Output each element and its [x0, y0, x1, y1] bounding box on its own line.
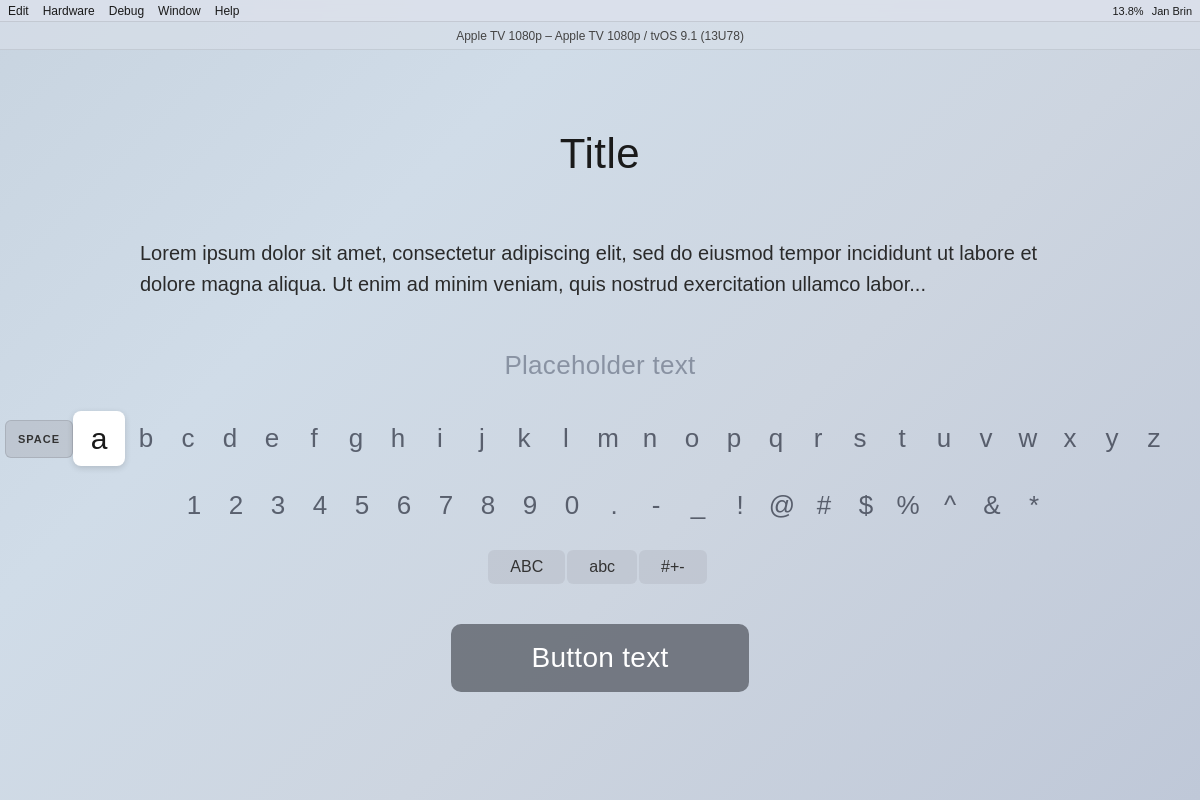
- key-5[interactable]: 5: [341, 478, 383, 533]
- key-k[interactable]: k: [503, 411, 545, 466]
- menu-bar: Edit Hardware Debug Window Help 13.8% Ja…: [0, 0, 1200, 22]
- key-caret[interactable]: ^: [929, 478, 971, 533]
- key-i[interactable]: i: [419, 411, 461, 466]
- key-x[interactable]: x: [1049, 411, 1091, 466]
- key-0[interactable]: 0: [551, 478, 593, 533]
- body-text: Lorem ipsum dolor sit amet, consectetur …: [140, 238, 1060, 300]
- mode-symbols[interactable]: #+-: [639, 550, 707, 584]
- key-period[interactable]: .: [593, 478, 635, 533]
- key-at[interactable]: @: [761, 478, 803, 533]
- key-z[interactable]: z: [1133, 411, 1175, 466]
- key-space[interactable]: SPACE: [5, 420, 73, 458]
- menu-bar-right: 13.8% Jan Brin: [1112, 5, 1192, 17]
- menu-edit[interactable]: Edit: [8, 4, 29, 18]
- keyboard-mode-row: ABC abc #+-: [5, 550, 1190, 584]
- key-l[interactable]: l: [545, 411, 587, 466]
- mode-abc-lower[interactable]: abc: [567, 550, 637, 584]
- key-g[interactable]: g: [335, 411, 377, 466]
- key-2[interactable]: 2: [215, 478, 257, 533]
- keyboard-row-numbers: 1 2 3 4 5 6 7 8 9 0 . - _ ! @ # $ % ^ & …: [5, 478, 1055, 533]
- key-m[interactable]: m: [587, 411, 629, 466]
- key-p[interactable]: p: [713, 411, 755, 466]
- menu-debug[interactable]: Debug: [109, 4, 144, 18]
- key-e[interactable]: e: [251, 411, 293, 466]
- key-9[interactable]: 9: [509, 478, 551, 533]
- key-ampersand[interactable]: &: [971, 478, 1013, 533]
- key-o[interactable]: o: [671, 411, 713, 466]
- menu-bar-left: Edit Hardware Debug Window Help: [8, 4, 239, 18]
- window-title: Apple TV 1080p – Apple TV 1080p / tvOS 9…: [456, 29, 744, 43]
- key-underscore[interactable]: _: [677, 478, 719, 533]
- action-button[interactable]: Button text: [451, 624, 748, 692]
- keyboard: SPACE a b c d e f g h i j k l m n o p q …: [0, 411, 1200, 584]
- key-d[interactable]: d: [209, 411, 251, 466]
- key-j[interactable]: j: [461, 411, 503, 466]
- key-dollar[interactable]: $: [845, 478, 887, 533]
- key-b[interactable]: b: [125, 411, 167, 466]
- key-f[interactable]: f: [293, 411, 335, 466]
- key-a[interactable]: a: [73, 411, 125, 466]
- key-t[interactable]: t: [881, 411, 923, 466]
- key-c[interactable]: c: [167, 411, 209, 466]
- key-y[interactable]: y: [1091, 411, 1133, 466]
- menu-window[interactable]: Window: [158, 4, 201, 18]
- key-h[interactable]: h: [377, 411, 419, 466]
- key-r[interactable]: r: [797, 411, 839, 466]
- key-6[interactable]: 6: [383, 478, 425, 533]
- key-4[interactable]: 4: [299, 478, 341, 533]
- menu-hardware[interactable]: Hardware: [43, 4, 95, 18]
- key-s[interactable]: s: [839, 411, 881, 466]
- keyboard-row-letters: SPACE a b c d e f g h i j k l m n o p q …: [5, 411, 1175, 466]
- key-3[interactable]: 3: [257, 478, 299, 533]
- key-asterisk[interactable]: *: [1013, 478, 1055, 533]
- key-7[interactable]: 7: [425, 478, 467, 533]
- mode-abc-upper[interactable]: ABC: [488, 550, 565, 584]
- key-exclaim[interactable]: !: [719, 478, 761, 533]
- key-u[interactable]: u: [923, 411, 965, 466]
- key-hyphen[interactable]: -: [635, 478, 677, 533]
- key-q[interactable]: q: [755, 411, 797, 466]
- key-hash[interactable]: #: [803, 478, 845, 533]
- battery-percent: 13.8%: [1112, 5, 1143, 17]
- key-8[interactable]: 8: [467, 478, 509, 533]
- window-titlebar: Apple TV 1080p – Apple TV 1080p / tvOS 9…: [0, 22, 1200, 50]
- page-title: Title: [560, 130, 640, 178]
- key-percent[interactable]: %: [887, 478, 929, 533]
- key-w[interactable]: w: [1007, 411, 1049, 466]
- user-name: Jan Brin: [1152, 5, 1192, 17]
- key-v[interactable]: v: [965, 411, 1007, 466]
- main-content: Title Lorem ipsum dolor sit amet, consec…: [0, 50, 1200, 800]
- menu-help[interactable]: Help: [215, 4, 240, 18]
- placeholder-text: Placeholder text: [504, 350, 695, 381]
- key-n[interactable]: n: [629, 411, 671, 466]
- key-1[interactable]: 1: [173, 478, 215, 533]
